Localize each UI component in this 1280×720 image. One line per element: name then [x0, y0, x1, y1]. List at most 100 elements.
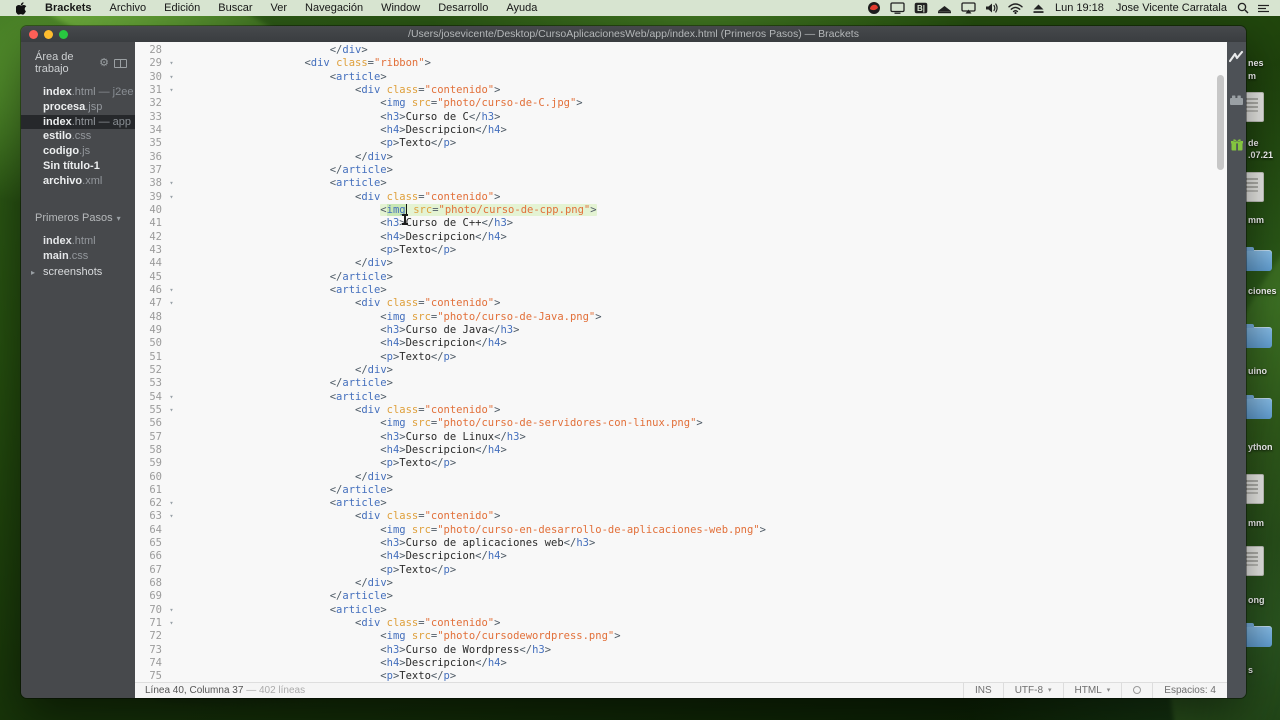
- line-number[interactable]: 75: [137, 670, 165, 682]
- desktop-icon-label[interactable]: s: [1248, 665, 1253, 675]
- code-line-30[interactable]: 30 ▾ <article>: [135, 71, 1227, 84]
- menu-item-navegación[interactable]: Navegación: [296, 2, 372, 14]
- chevron-right-icon[interactable]: ▸: [31, 265, 35, 281]
- code-line-73[interactable]: 73 <h3>Curso de Wordpress</h3>: [135, 644, 1227, 657]
- line-number[interactable]: 68: [137, 577, 165, 590]
- code-line-51[interactable]: 51 <p>Texto</p>: [135, 351, 1227, 364]
- encoding-selector[interactable]: UTF-8: [1002, 682, 1063, 698]
- code-line-63[interactable]: 63 ▾ <div class="contenido">: [135, 510, 1227, 523]
- code-line-36[interactable]: 36 </div>: [135, 151, 1227, 164]
- code-line-44[interactable]: 44 </div>: [135, 257, 1227, 270]
- eject-icon[interactable]: [1032, 0, 1045, 16]
- desktop-icon-label[interactable]: nes: [1248, 58, 1264, 68]
- code-fold-arrow-icon[interactable]: ▾: [165, 71, 178, 84]
- code-line-69[interactable]: 69 </article>: [135, 590, 1227, 603]
- screen-recorder-icon[interactable]: [867, 0, 881, 16]
- working-file-index-html[interactable]: index.html — j2ee: [21, 85, 135, 100]
- code-fold-arrow-icon[interactable]: ▾: [165, 510, 178, 523]
- menu-bar-user-name[interactable]: Jose Vicente Carratala: [1114, 2, 1229, 14]
- line-number[interactable]: 30: [137, 71, 165, 84]
- menu-item-brackets[interactable]: Brackets: [36, 2, 100, 14]
- split-view-icon[interactable]: [114, 58, 127, 68]
- menu-item-ver[interactable]: Ver: [262, 2, 297, 14]
- document-icon[interactable]: [1246, 172, 1264, 202]
- code-line-72[interactable]: 72 <img src="photo/cursodewordpress.png"…: [135, 630, 1227, 643]
- language-mode-selector[interactable]: HTML: [1062, 682, 1122, 698]
- line-number[interactable]: 40: [137, 204, 165, 217]
- desktop-icon-label[interactable]: uino: [1248, 366, 1267, 376]
- working-file-index-html[interactable]: index.html — app: [21, 114, 135, 130]
- code-line-40[interactable]: 40 <img src="photo/curso-de-cpp.png">: [135, 203, 1227, 217]
- line-number[interactable]: 33: [137, 111, 165, 124]
- code-line-41[interactable]: 41 <h3>Curso de C++</h3>: [135, 217, 1227, 230]
- line-number[interactable]: 65: [137, 537, 165, 550]
- working-file-codigo-js[interactable]: codigo.js: [21, 144, 135, 159]
- menu-item-ayuda[interactable]: Ayuda: [497, 2, 546, 14]
- code-line-54[interactable]: 54 ▾ <article>: [135, 391, 1227, 404]
- code-line-55[interactable]: 55 ▾ <div class="contenido">: [135, 404, 1227, 417]
- working-file-sin-t-tulo-1[interactable]: Sin título-1: [21, 159, 135, 174]
- line-number[interactable]: 53: [137, 377, 165, 390]
- code-line-49[interactable]: 49 <h3>Curso de Java</h3>: [135, 324, 1227, 337]
- code-fold-arrow-icon[interactable]: ▾: [165, 57, 178, 70]
- line-number[interactable]: 31: [137, 84, 165, 97]
- project-file-main[interactable]: main.css: [21, 249, 135, 265]
- line-number[interactable]: 48: [137, 311, 165, 324]
- desktop-icon-label[interactable]: de: [1248, 138, 1259, 148]
- code-line-58[interactable]: 58 <h4>Descripcion</h4>: [135, 444, 1227, 457]
- code-line-52[interactable]: 52 </div>: [135, 364, 1227, 377]
- document-icon[interactable]: [1246, 474, 1264, 504]
- code-line-45[interactable]: 45 </article>: [135, 271, 1227, 284]
- line-number[interactable]: 64: [137, 524, 165, 537]
- code-editor[interactable]: 28 </div> 29 ▾ <div class="ribbon"> 30 ▾ <ar…: [135, 42, 1227, 682]
- line-number[interactable]: 72: [137, 630, 165, 643]
- project-file-index[interactable]: index.html: [21, 234, 135, 250]
- code-fold-arrow-icon[interactable]: ▾: [165, 191, 178, 204]
- keyboard-icon[interactable]: [937, 0, 952, 16]
- line-number[interactable]: 67: [137, 564, 165, 577]
- gear-icon[interactable]: ⚙: [99, 58, 109, 69]
- line-number[interactable]: 42: [137, 231, 165, 244]
- working-file-estilo-css[interactable]: estilo.css: [21, 129, 135, 144]
- line-number[interactable]: 37: [137, 164, 165, 177]
- code-line-35[interactable]: 35 <p>Texto</p>: [135, 137, 1227, 150]
- code-fold-arrow-icon[interactable]: ▾: [165, 177, 178, 190]
- code-line-42[interactable]: 42 <h4>Descripcion</h4>: [135, 231, 1227, 244]
- line-number[interactable]: 46: [137, 284, 165, 297]
- line-number[interactable]: 69: [137, 590, 165, 603]
- folder-icon[interactable]: [1246, 247, 1272, 271]
- apple-menu-icon[interactable]: [10, 1, 36, 15]
- line-number[interactable]: 62: [137, 497, 165, 510]
- working-file-procesa-jsp[interactable]: procesa.jsp: [21, 100, 135, 115]
- line-number[interactable]: 61: [137, 484, 165, 497]
- code-line-29[interactable]: 29 ▾ <div class="ribbon">: [135, 57, 1227, 70]
- line-number[interactable]: 50: [137, 337, 165, 350]
- menu-item-window[interactable]: Window: [372, 2, 429, 14]
- code-fold-arrow-icon[interactable]: ▾: [165, 284, 178, 297]
- code-fold-arrow-icon[interactable]: ▾: [165, 391, 178, 404]
- code-line-68[interactable]: 68 </div>: [135, 577, 1227, 590]
- code-fold-arrow-icon[interactable]: ▾: [165, 617, 178, 630]
- line-number[interactable]: 29: [137, 57, 165, 70]
- line-number[interactable]: 66: [137, 550, 165, 563]
- line-number[interactable]: 45: [137, 271, 165, 284]
- code-fold-arrow-icon[interactable]: ▾: [165, 497, 178, 510]
- desktop-icon-label[interactable]: mm: [1248, 518, 1264, 528]
- line-number[interactable]: 71: [137, 617, 165, 630]
- line-number[interactable]: 56: [137, 417, 165, 430]
- menu-item-edición[interactable]: Edición: [155, 2, 209, 14]
- desktop-icon-label[interactable]: ciones: [1248, 286, 1277, 296]
- menu-item-archivo[interactable]: Archivo: [100, 2, 155, 14]
- code-line-61[interactable]: 61 </article>: [135, 484, 1227, 497]
- minimize-button[interactable]: [44, 29, 53, 39]
- desktop-icon-label[interactable]: ong: [1248, 595, 1265, 605]
- project-file-screenshots[interactable]: ▸ screenshots: [21, 265, 135, 281]
- code-line-70[interactable]: 70 ▾ <article>: [135, 604, 1227, 617]
- live-preview-lightning-icon[interactable]: [1229, 50, 1244, 94]
- code-line-50[interactable]: 50 <h4>Descripcion</h4>: [135, 337, 1227, 350]
- document-icon[interactable]: [1246, 546, 1264, 576]
- code-fold-arrow-icon[interactable]: ▾: [165, 297, 178, 310]
- code-line-47[interactable]: 47 ▾ <div class="contenido">: [135, 297, 1227, 310]
- line-number[interactable]: 63: [137, 510, 165, 523]
- line-number[interactable]: 34: [137, 124, 165, 137]
